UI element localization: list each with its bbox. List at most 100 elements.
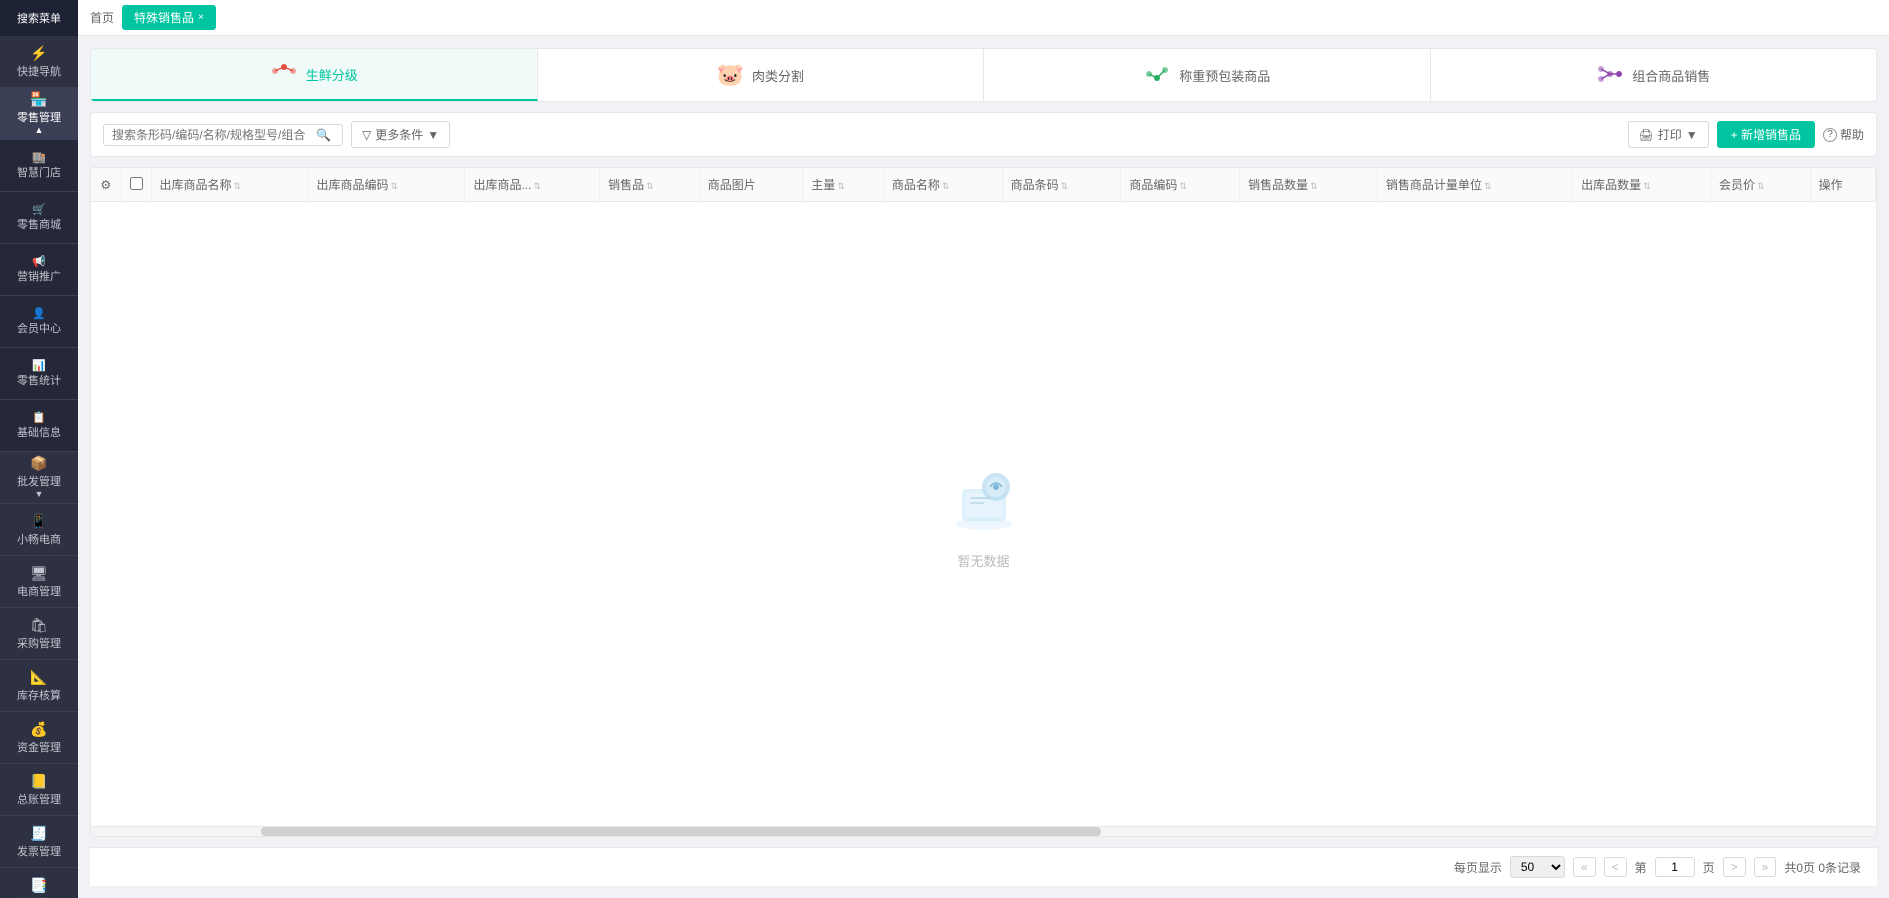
tab-card-weight-package[interactable]: 称重预包装商品 <box>984 49 1431 101</box>
sidebar-item-basic-info[interactable]: 📋 基础信息 <box>0 400 78 452</box>
sidebar-item-smart-store[interactable]: 🏬 智慧门店 <box>0 140 78 192</box>
tax-mgmt-icon: 📑 <box>30 876 47 894</box>
sidebar-item-wholesale-mgmt[interactable]: 📦 批发管理 ▼ <box>0 452 78 504</box>
th-outbound-spec: 出库商品...⇅ <box>465 168 600 202</box>
sidebar-item-finance[interactable]: 💰 资金管理 <box>0 712 78 764</box>
help-button[interactable]: ? 帮助 <box>1823 126 1864 143</box>
total-label: 共0页 0条记录 <box>1784 859 1861 876</box>
sidebar: 搜索菜单 ⚡ 快捷导航 🏪 零售管理 ▲ 🏬 智慧门店 🛒 零售商城 📢 营销推… <box>0 0 78 898</box>
select-all-checkbox[interactable] <box>130 177 143 190</box>
sort-icon[interactable]: ⇅ <box>234 181 242 191</box>
filter-button[interactable]: ▽ 更多条件 ▼ <box>351 121 450 148</box>
fresh-grade-icon <box>270 61 298 87</box>
sort-icon[interactable]: ⇅ <box>942 181 950 191</box>
prev-page-button[interactable]: < <box>1604 857 1627 877</box>
sidebar-item-sales-promo[interactable]: 📢 营销推广 <box>0 244 78 296</box>
th-checkbox[interactable] <box>121 168 151 202</box>
th-product-name: 商品名称⇅ <box>883 168 1002 202</box>
sidebar-item-invoice-mgmt[interactable]: 🧾 发票管理 <box>0 816 78 868</box>
first-page-button[interactable]: « <box>1573 857 1596 877</box>
filter-icon: ▽ <box>362 128 371 142</box>
sort-icon[interactable]: ⇅ <box>390 181 398 191</box>
mini-ecom-icon: 📱 <box>30 512 47 530</box>
sidebar-item-tax-mgmt[interactable]: 📑 税务管理 <box>0 868 78 898</box>
sidebar-item-label: 资金管理 <box>17 741 61 755</box>
sort-icon[interactable]: ⇅ <box>646 181 654 191</box>
weight-package-icon <box>1143 64 1171 87</box>
sidebar-item-label: 库存核算 <box>17 689 61 703</box>
print-icon: 🖨 <box>1639 128 1654 142</box>
tab-card-meat-division[interactable]: 🐷 肉类分割 <box>538 49 985 101</box>
sidebar-item-label: 零售管理 <box>17 111 61 125</box>
data-table: ⚙ 出库商品名称⇅ 出库商品编码⇅ 出库商品...⇅ 销售品⇅ 商品图片 主量⇅… <box>91 168 1876 202</box>
sort-icon[interactable]: ⇅ <box>1179 181 1187 191</box>
combo-sales-icon <box>1596 64 1624 87</box>
sidebar-item-inventory[interactable]: 📐 库存核算 <box>0 660 78 712</box>
smart-store-icon: 🏬 <box>32 151 46 164</box>
active-tab[interactable]: 特殊销售品 × <box>122 5 216 30</box>
sidebar-item-ecom-mgmt[interactable]: 🖥 电商管理 <box>0 556 78 608</box>
sidebar-item-label: 会员中心 <box>17 320 61 336</box>
per-page-select[interactable]: 50 10 20 100 <box>1510 856 1565 878</box>
col-label: 主量 <box>811 178 835 192</box>
purchase-mgmt-icon: 🛍 <box>30 616 48 634</box>
chevron-down-icon2: ▼ <box>35 489 44 501</box>
sort-icon[interactable]: ⇅ <box>1757 181 1765 191</box>
retail-mall-icon: 🛒 <box>32 203 46 216</box>
table-header-row: ⚙ 出库商品名称⇅ 出库商品编码⇅ 出库商品...⇅ 销售品⇅ 商品图片 主量⇅… <box>91 168 1876 202</box>
th-sales-item: 销售品⇅ <box>600 168 700 202</box>
horizontal-scrollbar[interactable] <box>91 826 1876 836</box>
sidebar-logo[interactable]: 搜索菜单 <box>0 0 78 36</box>
add-sales-item-button[interactable]: + 新增销售品 <box>1717 121 1815 148</box>
sort-icon[interactable]: ⇅ <box>1310 181 1318 191</box>
home-link[interactable]: 首页 <box>90 9 114 26</box>
th-settings[interactable]: ⚙ <box>91 168 121 202</box>
add-label: + 新增销售品 <box>1731 126 1801 143</box>
sidebar-item-label: 总账管理 <box>17 793 61 807</box>
next-page-button[interactable]: > <box>1723 857 1746 877</box>
tab-card-fresh-grade[interactable]: 生鲜分级 <box>91 49 538 101</box>
sort-icon[interactable]: ⇅ <box>1643 181 1651 191</box>
sidebar-item-general-ledger[interactable]: 📒 总账管理 <box>0 764 78 816</box>
tab-card-combo-sales[interactable]: 组合商品销售 <box>1431 49 1877 101</box>
wholesale-mgmt-icon: 📦 <box>30 454 47 472</box>
sidebar-item-label: 快捷导航 <box>17 65 61 79</box>
scrollbar-thumb[interactable] <box>261 827 1101 836</box>
empty-state: 暂无数据 <box>91 202 1876 826</box>
chevron-down-icon: ▼ <box>427 128 439 142</box>
sort-icon[interactable]: ⇅ <box>1061 181 1069 191</box>
col-label: 操作 <box>1819 178 1843 192</box>
print-label: 打印 <box>1658 126 1682 143</box>
chevron-down-icon: ▲ <box>35 125 44 137</box>
sidebar-item-retail-mall[interactable]: 🛒 零售商城 <box>0 192 78 244</box>
col-label: 出库商品编码 <box>316 178 388 192</box>
sidebar-item-label: 营销推广 <box>17 268 61 284</box>
sidebar-item-member-center[interactable]: 👤 会员中心 <box>0 296 78 348</box>
close-tab-button[interactable]: × <box>198 12 204 23</box>
sort-icon[interactable]: ⇅ <box>837 181 845 191</box>
sidebar-item-retail-mgmt[interactable]: 🏪 零售管理 ▲ <box>0 88 78 140</box>
last-page-button[interactable]: » <box>1754 857 1777 877</box>
search-input[interactable] <box>112 128 312 142</box>
help-label: 帮助 <box>1840 126 1864 143</box>
search-box[interactable]: 🔍 <box>103 124 343 146</box>
col-label: 出库品数量 <box>1581 178 1641 192</box>
col-label: 销售商品计量单位 <box>1386 178 1482 192</box>
sales-promo-icon: 📢 <box>32 255 46 268</box>
page-number-input[interactable] <box>1655 857 1695 877</box>
page-unit: 页 <box>1703 859 1715 876</box>
sidebar-item-quick-nav[interactable]: ⚡ 快捷导航 <box>0 36 78 88</box>
sort-icon[interactable]: ⇅ <box>1484 181 1492 191</box>
main-content: 首页 特殊销售品 × <box>78 0 1889 898</box>
th-product-image: 商品图片 <box>699 168 803 202</box>
meat-division-icon: 🐷 <box>717 62 744 88</box>
print-button[interactable]: 🖨 打印 ▼ <box>1628 121 1709 148</box>
topbar: 首页 特殊销售品 × <box>78 0 1889 36</box>
sidebar-item-mini-ecom[interactable]: 📱 小畅电商 <box>0 504 78 556</box>
sort-icon[interactable]: ⇅ <box>533 181 541 191</box>
tab-card-label: 肉类分割 <box>752 66 804 85</box>
sidebar-item-retail-stats[interactable]: 📊 零售统计 <box>0 348 78 400</box>
table-container: ⚙ 出库商品名称⇅ 出库商品编码⇅ 出库商品...⇅ 销售品⇅ 商品图片 主量⇅… <box>90 167 1877 837</box>
sidebar-item-purchase-mgmt[interactable]: 🛍 采购管理 <box>0 608 78 660</box>
empty-text: 暂无数据 <box>957 551 1009 570</box>
